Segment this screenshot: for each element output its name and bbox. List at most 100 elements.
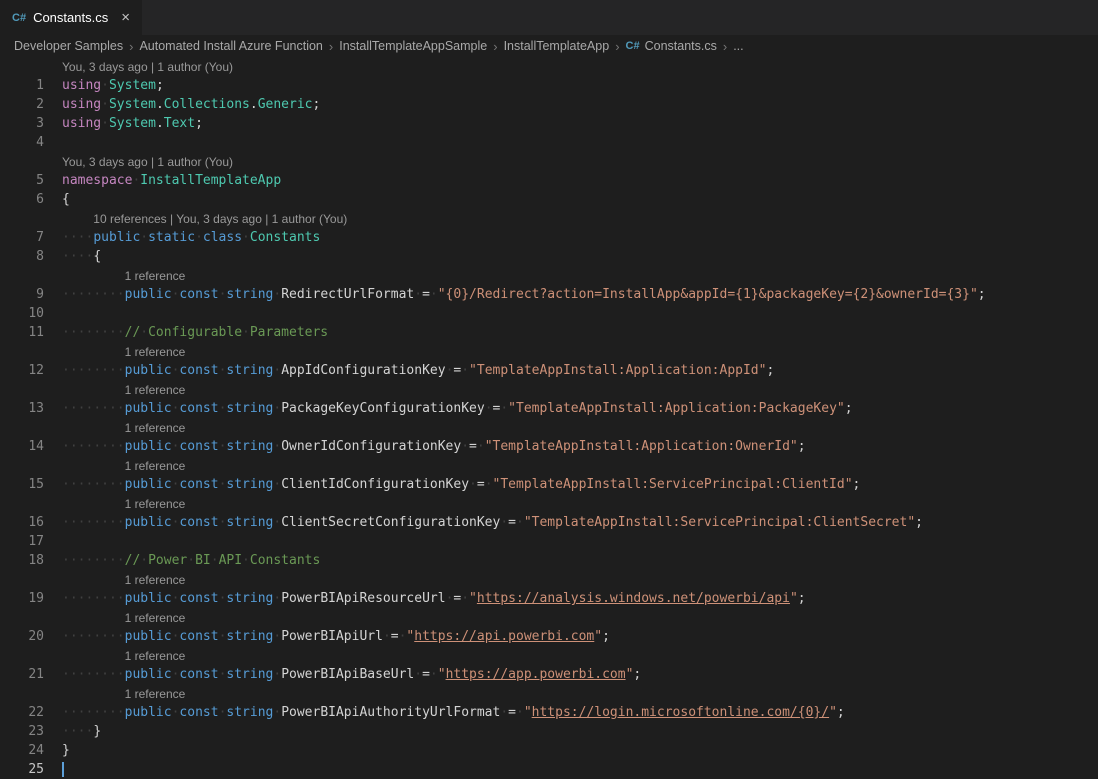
breadcrumb-item[interactable]: InstallTemplateApp <box>504 39 610 53</box>
code-line[interactable]: 15········public·const·string·ClientIdCo… <box>0 475 1098 494</box>
code-line[interactable]: 7····public·static·class·Constants <box>0 228 1098 247</box>
code-line[interactable]: 24} <box>0 741 1098 760</box>
codelens-indent <box>62 503 125 504</box>
whitespace-dot: · <box>62 515 70 530</box>
code-line[interactable]: 17 <box>0 532 1098 551</box>
breadcrumb-item[interactable]: ... <box>733 39 743 53</box>
whitespace-dot: · <box>117 591 125 606</box>
whitespace-dot: · <box>500 401 508 416</box>
whitespace-dot: · <box>117 401 125 416</box>
url-link[interactable]: https://analysis.windows.net/powerbi/api <box>477 591 790 606</box>
code-line-content: ········public·const·string·PowerBIApiRe… <box>44 589 806 608</box>
breadcrumb-item[interactable]: Developer Samples <box>14 39 123 53</box>
whitespace-dot: · <box>62 477 70 492</box>
code-line[interactable]: 14········public·const·string·OwnerIdCon… <box>0 437 1098 456</box>
whitespace-dot: · <box>93 439 101 454</box>
code-token: string <box>226 401 273 416</box>
whitespace-dot: · <box>101 401 109 416</box>
breadcrumb-label: InstallTemplateApp <box>504 39 610 53</box>
code-line-content: ········public·const·string·PackageKeyCo… <box>44 399 853 418</box>
codelens-link[interactable]: 1 reference <box>125 495 186 513</box>
code-line[interactable]: 3using·System.Text; <box>0 114 1098 133</box>
code-token: ; <box>798 591 806 606</box>
whitespace-dot: · <box>70 667 78 682</box>
code-token: · <box>273 515 281 530</box>
code-token: · <box>195 230 203 245</box>
code-line[interactable]: 1using·System; <box>0 76 1098 95</box>
whitespace-dot: · <box>500 705 508 720</box>
code-line[interactable]: 9········public·const·string·RedirectUrl… <box>0 285 1098 304</box>
whitespace-dot: · <box>70 724 78 739</box>
code-token: = <box>422 667 430 682</box>
code-token: · <box>273 363 281 378</box>
code-line[interactable]: 12········public·const·string·AppIdConfi… <box>0 361 1098 380</box>
url-link[interactable]: https://login.microsoftonline.com/{0}/ <box>532 705 829 720</box>
tab-close-icon[interactable]: × <box>121 10 130 25</box>
code-line[interactable]: 8····{ <box>0 247 1098 266</box>
code-line[interactable]: 18········//·Power·BI·API·Constants <box>0 551 1098 570</box>
breadcrumb-item[interactable]: C#Constants.cs <box>626 39 717 53</box>
code-token: · <box>273 477 281 492</box>
whitespace-dot: · <box>516 515 524 530</box>
whitespace-dot: · <box>117 363 125 378</box>
breadcrumb-label: Automated Install Azure Function <box>139 39 322 53</box>
code-line[interactable]: 20········public·const·string·PowerBIApi… <box>0 627 1098 646</box>
whitespace-dot: · <box>140 325 148 340</box>
url-link[interactable]: https://api.powerbi.com <box>414 629 594 644</box>
codelens-link[interactable]: 1 reference <box>125 457 186 475</box>
whitespace-dot: · <box>62 230 70 245</box>
whitespace-dot: · <box>109 553 117 568</box>
breadcrumb-item[interactable]: Automated Install Azure Function <box>139 39 322 53</box>
code-line-content: } <box>44 741 70 760</box>
codelens-link[interactable]: 1 reference <box>125 419 186 437</box>
code-line[interactable]: 10 <box>0 304 1098 323</box>
codelens-link[interactable]: 1 reference <box>125 685 186 703</box>
whitespace-dot: · <box>109 439 117 454</box>
code-token: " <box>790 591 798 606</box>
codelens-link[interactable]: 1 reference <box>125 647 186 665</box>
code-line-content: using·System; <box>44 76 164 95</box>
code-token: " <box>469 591 477 606</box>
code-token: = <box>469 439 477 454</box>
whitespace-dot: · <box>101 591 109 606</box>
breadcrumb-label: ... <box>733 39 743 53</box>
codelens-link[interactable]: 1 reference <box>125 609 186 627</box>
whitespace-dot: · <box>117 705 125 720</box>
codelens-indent <box>62 693 125 694</box>
code-line[interactable]: 23····} <box>0 722 1098 741</box>
codelens-link[interactable]: You, 3 days ago | 1 author (You) <box>62 58 233 76</box>
code-line[interactable]: 13········public·const·string·PackageKey… <box>0 399 1098 418</box>
line-number: 15 <box>0 475 44 494</box>
code-line[interactable]: 2using·System.Collections.Generic; <box>0 95 1098 114</box>
code-token: ········ <box>62 705 125 720</box>
code-token: PowerBIApiBaseUrl <box>281 667 414 682</box>
code-token: Constants <box>250 230 320 245</box>
url-link[interactable]: https://app.powerbi.com <box>446 667 626 682</box>
code-line[interactable]: 16········public·const·string·ClientSecr… <box>0 513 1098 532</box>
codelens-link[interactable]: 1 reference <box>125 571 186 589</box>
code-line-content: ····} <box>44 722 101 741</box>
code-line[interactable]: 11········//·Configurable·Parameters <box>0 323 1098 342</box>
whitespace-dot: · <box>117 439 125 454</box>
codelens-link[interactable]: 1 reference <box>125 267 186 285</box>
tab-constants-cs[interactable]: C# Constants.cs × <box>0 0 143 35</box>
code-token: "TemplateAppInstall:ServicePrincipal:Cli… <box>524 515 915 530</box>
line-number: 9 <box>0 285 44 304</box>
code-token: · <box>485 477 493 492</box>
code-line[interactable]: 5namespace·InstallTemplateApp <box>0 171 1098 190</box>
code-line[interactable]: 19········public·const·string·PowerBIApi… <box>0 589 1098 608</box>
codelens-link[interactable]: 10 references | You, 3 days ago | 1 auth… <box>93 210 347 228</box>
code-token: public <box>125 591 172 606</box>
codelens-link[interactable]: 1 reference <box>125 381 186 399</box>
codelens-link[interactable]: 1 reference <box>125 343 186 361</box>
code-line[interactable]: 21········public·const·string·PowerBIApi… <box>0 665 1098 684</box>
code-line[interactable]: 6{ <box>0 190 1098 209</box>
code-line[interactable]: 22········public·const·string·PowerBIApi… <box>0 703 1098 722</box>
code-line[interactable]: 25 <box>0 760 1098 779</box>
code-line[interactable]: 4 <box>0 133 1098 152</box>
breadcrumb-item[interactable]: InstallTemplateAppSample <box>339 39 487 53</box>
codelens-link[interactable]: You, 3 days ago | 1 author (You) <box>62 153 233 171</box>
whitespace-dot: · <box>117 477 125 492</box>
whitespace-dot: · <box>70 287 78 302</box>
whitespace-dot: · <box>109 515 117 530</box>
